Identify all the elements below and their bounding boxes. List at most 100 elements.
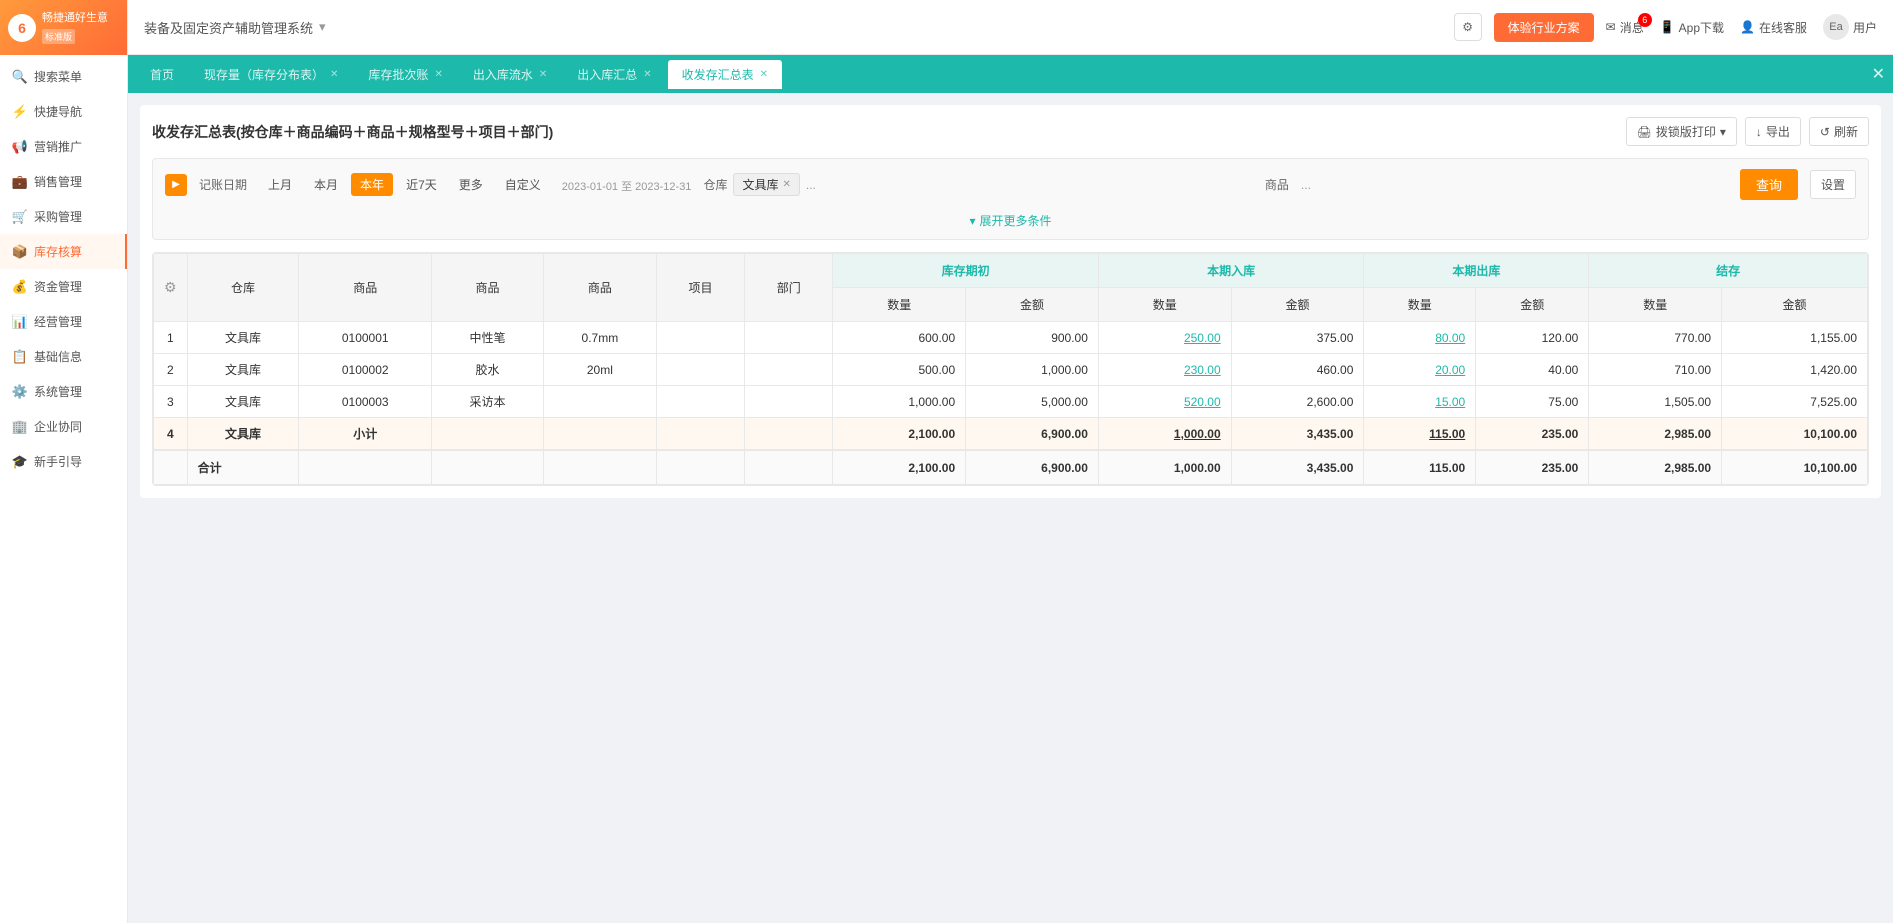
marketing-icon: 📢 xyxy=(12,139,28,155)
close-all-tabs-button[interactable]: ✕ xyxy=(1872,64,1885,84)
sidebar-item-finance[interactable]: 💰 资金管理 xyxy=(0,269,127,304)
sidebar-item-purchase[interactable]: 🛒 采购管理 xyxy=(0,199,127,234)
footer-empty3 xyxy=(432,450,544,485)
filter-settings-button[interactable]: 设置 xyxy=(1810,170,1856,199)
gear-button[interactable]: ⚙ xyxy=(1454,13,1482,41)
service-button[interactable]: 👤 在线客服 xyxy=(1740,19,1807,36)
trial-button[interactable]: 体验行业方案 xyxy=(1494,13,1594,42)
tab-inventory-dist[interactable]: 现存量（库存分布表） ✕ xyxy=(190,60,352,89)
table-body: 1 文具库 0100001 中性笔 0.7mm 600.00 900.00 25… xyxy=(154,322,1868,451)
date-btn-custom[interactable]: 自定义 xyxy=(496,173,550,196)
sidebar-item-search[interactable]: 🔍 搜索菜单 xyxy=(0,59,127,94)
filter-date-range: 2023-01-01 至 2023-12-31 xyxy=(562,176,692,194)
system-dropdown-icon[interactable]: ▾ xyxy=(319,19,326,35)
query-button[interactable]: 查询 xyxy=(1740,169,1798,200)
table-row: 2 文具库 0100002 胶水 20ml 500.00 1,000.00 23… xyxy=(154,354,1868,386)
subtotal-balance-qty: 2,985.00 xyxy=(1589,418,1722,451)
footer-opening-qty: 2,100.00 xyxy=(833,450,966,485)
row2-opening-amt: 1,000.00 xyxy=(966,354,1099,386)
sidebar-item-inventory[interactable]: 📦 库存核算 xyxy=(0,234,127,269)
logo-title: 畅捷通好生意 xyxy=(42,11,108,26)
sidebar-item-operation[interactable]: 📊 经营管理 xyxy=(0,304,127,339)
row2-balance-qty: 710.00 xyxy=(1589,354,1722,386)
row3-out-qty[interactable]: 15.00 xyxy=(1364,386,1476,418)
message-badge: 6 xyxy=(1638,13,1652,27)
sidebar-label-enterprise: 企业协同 xyxy=(34,418,82,435)
warehouse-more-btn[interactable]: ... xyxy=(806,178,816,192)
col-balance-qty: 数量 xyxy=(1589,288,1722,322)
tab-home[interactable]: 首页 xyxy=(136,60,188,89)
message-button[interactable]: ✉ 消息 6 xyxy=(1606,19,1644,36)
tab-close-inventory-dist[interactable]: ✕ xyxy=(330,69,338,80)
table-gear-icon[interactable]: ⚙ xyxy=(164,279,177,295)
export-button[interactable]: ↓ 导出 xyxy=(1745,117,1801,146)
expand-conditions-button[interactable]: ▾ 展开更多条件 xyxy=(969,212,1051,229)
row1-in-qty[interactable]: 250.00 xyxy=(1098,322,1231,354)
date-btn-this-month[interactable]: 本月 xyxy=(305,173,347,196)
tab-recv-summary[interactable]: 收发存汇总表 ✕ xyxy=(668,60,782,89)
subtotal-warehouse: 文具库 xyxy=(187,418,299,451)
footer-empty4 xyxy=(543,450,656,485)
col-settings: ⚙ xyxy=(154,254,188,322)
row3-in-amt: 2,600.00 xyxy=(1231,386,1364,418)
refresh-label: 刷新 xyxy=(1834,123,1858,140)
print-button[interactable]: 🖨 拨锁版打印 ▾ xyxy=(1626,117,1737,146)
print-label: 拨锁版打印 xyxy=(1656,123,1716,140)
inventory-icon: 📦 xyxy=(12,244,28,260)
sidebar-item-basic[interactable]: 📋 基础信息 xyxy=(0,339,127,374)
sidebar-menu: 🔍 搜索菜单 ⚡ 快捷导航 📢 营销推广 💼 销售管理 🛒 采购管理 📦 库存核… xyxy=(0,55,127,923)
sidebar-label-sales: 销售管理 xyxy=(34,173,82,190)
operation-icon: 📊 xyxy=(12,314,28,330)
subtotal-in-qty[interactable]: 1,000.00 xyxy=(1098,418,1231,451)
footer-empty2 xyxy=(299,450,432,485)
sidebar-item-quick[interactable]: ⚡ 快捷导航 xyxy=(0,94,127,129)
subtotal-empty4 xyxy=(745,418,833,451)
row1-out-qty[interactable]: 80.00 xyxy=(1364,322,1476,354)
sidebar-item-system[interactable]: ⚙️ 系统管理 xyxy=(0,374,127,409)
subtotal-empty1 xyxy=(432,418,544,451)
subtotal-opening-qty: 2,100.00 xyxy=(833,418,966,451)
date-btn-more[interactable]: 更多 xyxy=(450,173,492,196)
sidebar-item-marketing[interactable]: 📢 营销推广 xyxy=(0,129,127,164)
tab-close-recv-summary[interactable]: ✕ xyxy=(760,69,768,80)
row2-in-qty[interactable]: 230.00 xyxy=(1098,354,1231,386)
col-in-qty: 数量 xyxy=(1098,288,1231,322)
row2-dept xyxy=(745,354,833,386)
tab-inout-summary[interactable]: 出入库汇总 ✕ xyxy=(563,60,665,89)
subtotal-out-qty[interactable]: 115.00 xyxy=(1364,418,1476,451)
footer-row: 合计 2,100.00 6,900.00 1,000.00 3,435.00 1… xyxy=(154,450,1868,485)
tab-inout-flow[interactable]: 出入库流水 ✕ xyxy=(459,60,561,89)
sidebar-item-guide[interactable]: 🎓 新手引导 xyxy=(0,444,127,479)
row2-warehouse: 文具库 xyxy=(187,354,299,386)
data-table-wrapper: ⚙ 仓库 商品 商品 商品 项目 部门 库存期初 本期入库 本期出库 结存 xyxy=(152,252,1869,486)
sidebar-item-sales[interactable]: 💼 销售管理 xyxy=(0,164,127,199)
footer-balance-qty: 2,985.00 xyxy=(1589,450,1722,485)
tab-close-inout-summary[interactable]: ✕ xyxy=(643,69,651,80)
tab-close-batch[interactable]: ✕ xyxy=(434,69,442,80)
row1-dept xyxy=(745,322,833,354)
warehouse-tag-close[interactable]: ✕ xyxy=(782,179,790,190)
print-icon: 🖨 xyxy=(1637,125,1652,139)
date-btn-this-year[interactable]: 本年 xyxy=(351,173,393,196)
subtotal-out-amt: 235.00 xyxy=(1476,418,1589,451)
refresh-icon: ↺ xyxy=(1820,125,1830,139)
refresh-button[interactable]: ↺ 刷新 xyxy=(1809,117,1869,146)
date-btn-7days[interactable]: 近7天 xyxy=(397,173,446,196)
goods-more-btn[interactable]: ... xyxy=(1301,178,1311,192)
sidebar-label-marketing: 营销推广 xyxy=(34,138,82,155)
sidebar-item-enterprise[interactable]: 🏢 企业协同 xyxy=(0,409,127,444)
filter-toggle-button[interactable]: ▶ xyxy=(165,174,187,196)
footer-in-amt: 3,435.00 xyxy=(1231,450,1364,485)
footer-in-qty: 1,000.00 xyxy=(1098,450,1231,485)
row2-out-qty[interactable]: 20.00 xyxy=(1364,354,1476,386)
tab-close-inout-flow[interactable]: ✕ xyxy=(539,69,547,80)
tab-batch[interactable]: 库存批次账 ✕ xyxy=(354,60,456,89)
row3-balance-amt: 7,525.00 xyxy=(1722,386,1868,418)
date-btn-last-month[interactable]: 上月 xyxy=(259,173,301,196)
message-icon: ✉ xyxy=(1606,20,1616,34)
tab-inout-flow-label: 出入库流水 xyxy=(473,66,533,83)
col-project: 项目 xyxy=(656,254,744,322)
app-download-button[interactable]: 📱 App下载 xyxy=(1660,19,1724,36)
row3-in-qty[interactable]: 520.00 xyxy=(1098,386,1231,418)
user-button[interactable]: Ea 用户 xyxy=(1823,14,1877,40)
